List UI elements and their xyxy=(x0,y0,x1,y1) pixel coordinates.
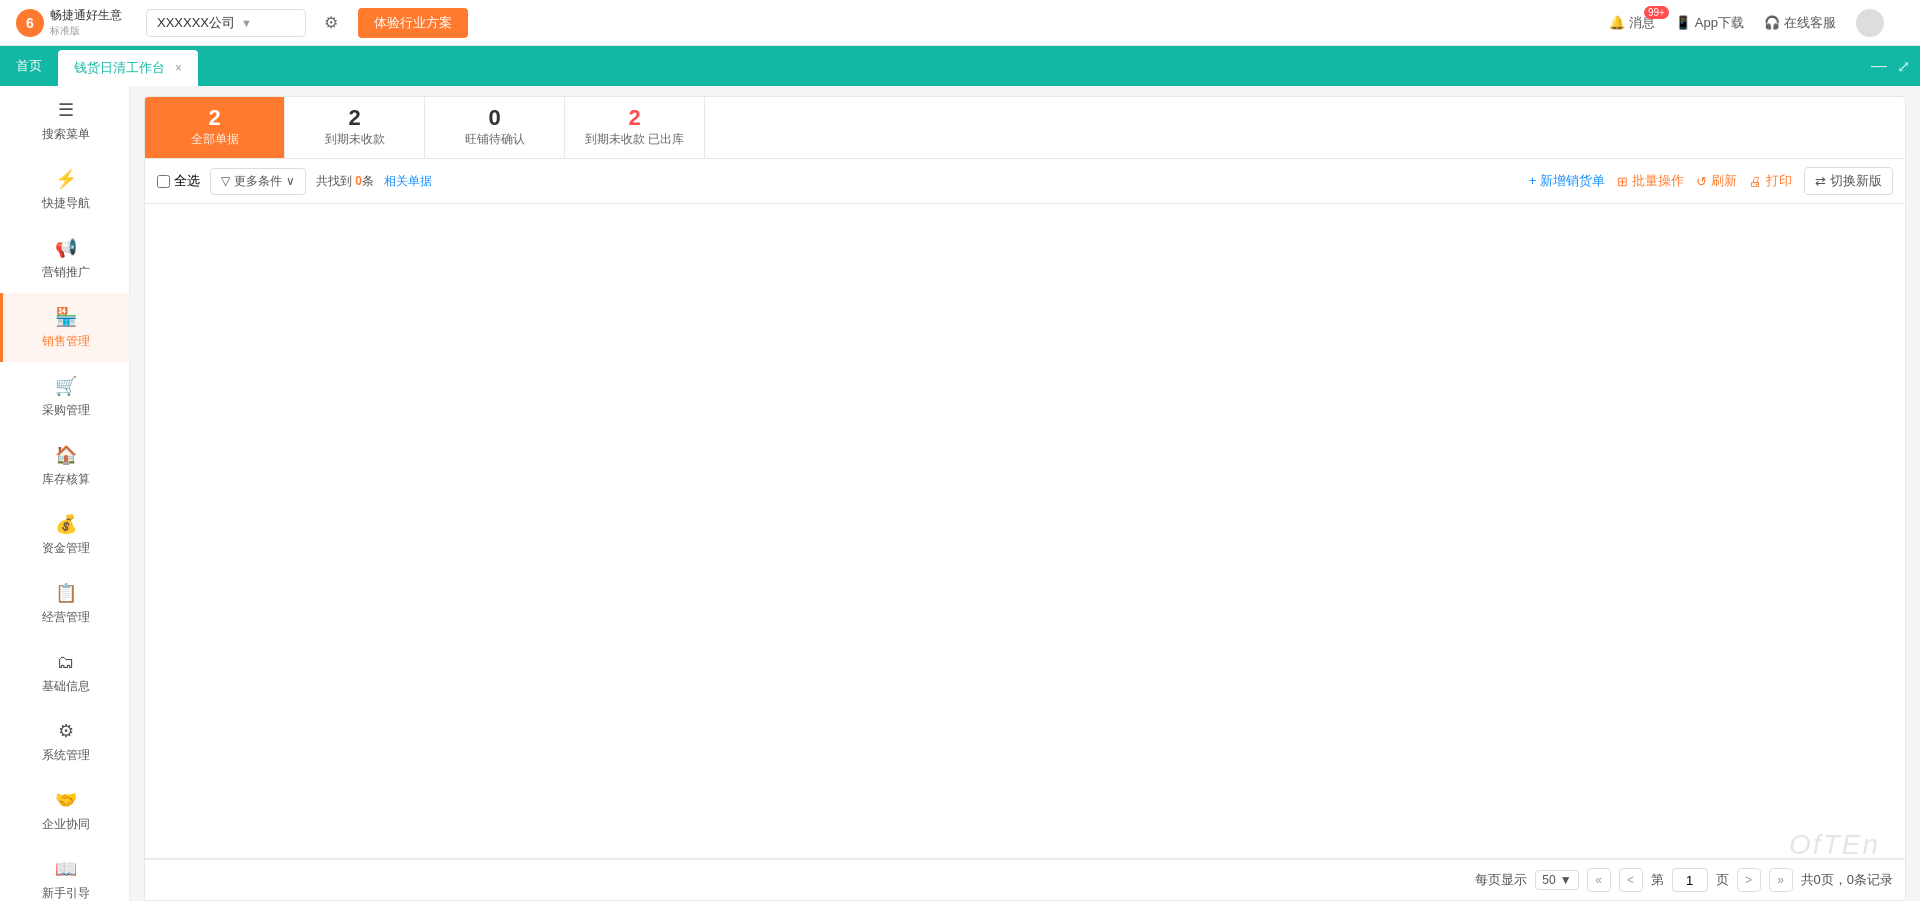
search-menu-icon: ☰ xyxy=(54,98,78,122)
page-size-select[interactable]: 50 ▼ xyxy=(1535,870,1578,890)
tab-maximize-icon[interactable]: ⤢ xyxy=(1897,57,1910,76)
system-icon: ⚙ xyxy=(54,719,78,743)
refresh-btn[interactable]: ↺ 刷新 xyxy=(1696,172,1737,190)
headset-icon: 🎧 xyxy=(1764,15,1780,30)
page-size-arrow: ▼ xyxy=(1560,873,1572,887)
sidebar-item-search[interactable]: ☰ 搜索菜单 xyxy=(0,86,129,155)
stat-tab-overdue[interactable]: 2 到期未收款 xyxy=(285,97,425,158)
logo-icon: 6 xyxy=(16,9,44,37)
stat-tab-pending[interactable]: 0 旺铺待确认 xyxy=(425,97,565,158)
tab-bar: 首页 钱货日清工作台 × — ⤢ xyxy=(0,46,1920,86)
more-filter-btn[interactable]: ▽ 更多条件 ∨ xyxy=(210,168,306,195)
tab-active[interactable]: 钱货日清工作台 × xyxy=(58,50,198,86)
settings-icon-btn[interactable]: ⚙ xyxy=(316,8,346,38)
sidebar-item-quick-nav[interactable]: ⚡ 快捷导航 xyxy=(0,155,129,224)
header-right: 🔔 消息 99+ 📱 App下载 🎧 在线客服 xyxy=(1609,9,1904,37)
online-service-btn[interactable]: 🎧 在线客服 xyxy=(1764,14,1836,32)
logo-text: 畅捷通好生意 标准版 xyxy=(50,8,122,37)
tab-close-icon[interactable]: × xyxy=(175,61,182,75)
total-records: 共0页，0条记录 xyxy=(1801,871,1893,889)
content-area: 2 全部单据 2 到期未收款 0 旺铺待确认 2 到期未收款 已出库 全选 xyxy=(130,86,1920,901)
table-area xyxy=(144,204,1906,859)
quick-nav-icon: ⚡ xyxy=(54,167,78,191)
switch-icon: ⇄ xyxy=(1815,174,1826,189)
related-link[interactable]: 相关单据 xyxy=(384,173,432,190)
filter-icon: ▽ xyxy=(221,174,230,188)
inventory-icon: 🏠 xyxy=(54,443,78,467)
base-info-icon: 🗂 xyxy=(54,650,78,674)
sidebar-item-sales[interactable]: 🏪 销售管理 xyxy=(0,293,129,362)
toolbar-left: 全选 ▽ 更多条件 ∨ 共找到 0条 相关单据 xyxy=(157,168,432,195)
page-last-btn[interactable]: » xyxy=(1769,868,1793,892)
tab-home[interactable]: 首页 xyxy=(0,46,58,86)
sidebar: ☰ 搜索菜单 ⚡ 快捷导航 📢 营销推广 🏪 销售管理 🛒 采购管理 🏠 库存核… xyxy=(0,86,130,901)
refresh-icon: ↺ xyxy=(1696,174,1707,189)
page-prev-btn[interactable]: < xyxy=(1619,868,1643,892)
notification-badge: 99+ xyxy=(1644,6,1669,19)
sidebar-item-guide[interactable]: 📖 新手引导 xyxy=(0,845,129,901)
sidebar-item-operations[interactable]: 📋 经营管理 xyxy=(0,569,129,638)
stats-tabs: 2 全部单据 2 到期未收款 0 旺铺待确认 2 到期未收款 已出库 xyxy=(144,96,1906,159)
logo-area: 6 畅捷通好生意 标准版 xyxy=(16,8,146,37)
sales-icon: 🏪 xyxy=(54,305,78,329)
add-sales-order-btn[interactable]: + 新增销货单 xyxy=(1529,172,1605,190)
main-layout: ☰ 搜索菜单 ⚡ 快捷导航 📢 营销推广 🏪 销售管理 🛒 采购管理 🏠 库存核… xyxy=(0,86,1920,901)
tab-minimize-icon[interactable]: — xyxy=(1871,57,1887,75)
page-input[interactable] xyxy=(1672,868,1708,892)
pagination-bar: 每页显示 50 ▼ « < 第 页 > » 共0页，0条记录 xyxy=(144,859,1906,901)
toolbar-right: + 新增销货单 ⊞ 批量操作 ↺ 刷新 🖨 打印 ⇄ 切换新版 xyxy=(1529,167,1893,195)
app-download-btn[interactable]: 📱 App下载 xyxy=(1675,14,1744,32)
operations-icon: 📋 xyxy=(54,581,78,605)
download-icon: 📱 xyxy=(1675,15,1691,30)
select-all-checkbox[interactable]: 全选 xyxy=(157,172,200,190)
batch-operation-btn[interactable]: ⊞ 批量操作 xyxy=(1617,172,1684,190)
select-all-input[interactable] xyxy=(157,175,170,188)
page-first-btn[interactable]: « xyxy=(1587,868,1611,892)
sidebar-item-base-info[interactable]: 🗂 基础信息 xyxy=(0,638,129,707)
marketing-icon: 📢 xyxy=(54,236,78,260)
purchase-icon: 🛒 xyxy=(54,374,78,398)
top-header: 6 畅捷通好生意 标准版 XXXXXX公司 ▼ ⚙ 体验行业方案 🔔 消息 99… xyxy=(0,0,1920,46)
sidebar-item-cooperation[interactable]: 🤝 企业协同 xyxy=(0,776,129,845)
batch-icon: ⊞ xyxy=(1617,174,1628,189)
toolbar: 全选 ▽ 更多条件 ∨ 共找到 0条 相关单据 + 新增销货单 ⊞ 批量 xyxy=(144,159,1906,204)
gear-icon: ⚙ xyxy=(324,13,338,32)
stat-tab-shipped[interactable]: 2 到期未收款 已出库 xyxy=(565,97,705,158)
tab-bar-controls: — ⤢ xyxy=(1871,46,1920,86)
experience-btn[interactable]: 体验行业方案 xyxy=(358,8,468,38)
chevron-down-icon: ▼ xyxy=(241,17,252,29)
guide-icon: 📖 xyxy=(54,857,78,881)
switch-version-btn[interactable]: ⇄ 切换新版 xyxy=(1804,167,1893,195)
sidebar-item-purchase[interactable]: 🛒 采购管理 xyxy=(0,362,129,431)
avatar[interactable] xyxy=(1856,9,1884,37)
print-icon: 🖨 xyxy=(1749,174,1762,189)
notification-btn[interactable]: 🔔 消息 99+ xyxy=(1609,14,1655,32)
sidebar-item-marketing[interactable]: 📢 营销推广 xyxy=(0,224,129,293)
bell-icon: 🔔 xyxy=(1609,15,1625,30)
page-next-btn[interactable]: > xyxy=(1737,868,1761,892)
found-text: 共找到 0条 xyxy=(316,173,374,190)
cooperation-icon: 🤝 xyxy=(54,788,78,812)
print-btn[interactable]: 🖨 打印 xyxy=(1749,172,1792,190)
sidebar-item-inventory[interactable]: 🏠 库存核算 xyxy=(0,431,129,500)
stat-tab-all[interactable]: 2 全部单据 xyxy=(145,97,285,158)
chevron-down-icon: ∨ xyxy=(286,174,295,188)
sidebar-item-finance[interactable]: 💰 资金管理 xyxy=(0,500,129,569)
finance-icon: 💰 xyxy=(54,512,78,536)
company-selector[interactable]: XXXXXX公司 ▼ xyxy=(146,9,306,37)
sidebar-item-system[interactable]: ⚙ 系统管理 xyxy=(0,707,129,776)
